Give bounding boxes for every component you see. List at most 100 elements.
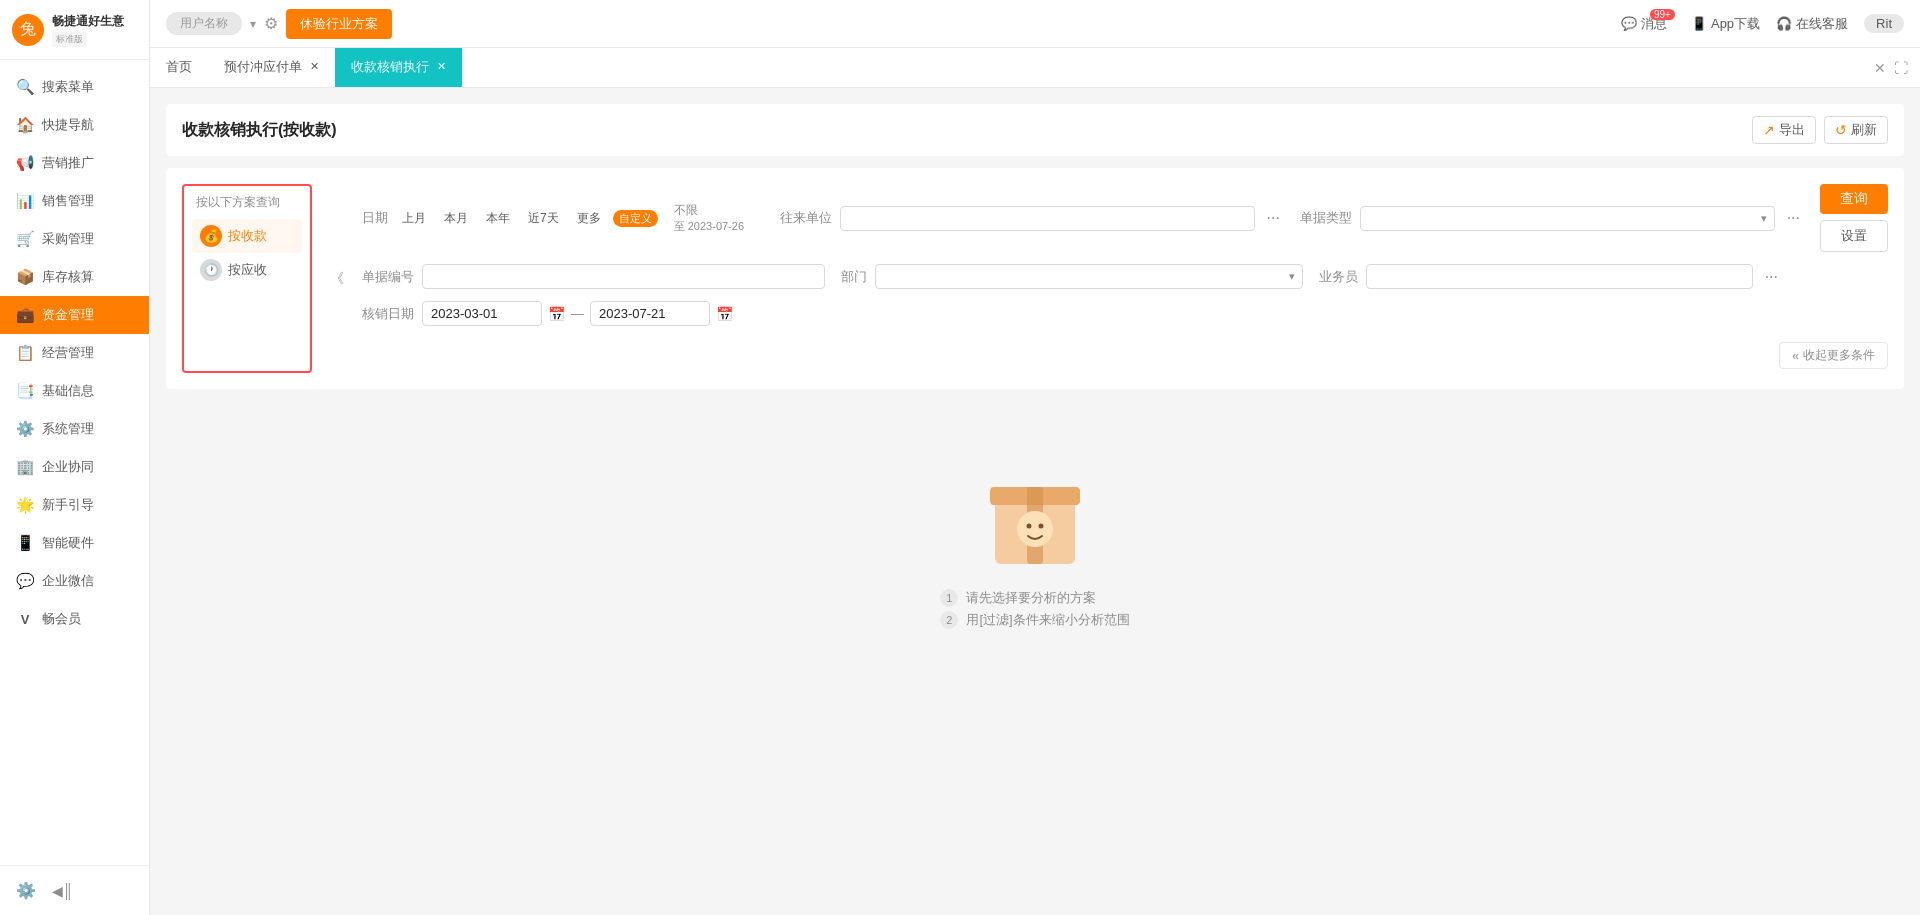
message-btn[interactable]: 💬 消息 99+: [1621, 15, 1667, 33]
sidebar-item-enterprise[interactable]: 🏢 企业协同: [0, 448, 149, 486]
sidebar-item-wecom[interactable]: 💬 企业微信: [0, 562, 149, 600]
collapse-icon: 《: [330, 270, 344, 288]
refresh-btn[interactable]: ↺ 刷新: [1824, 116, 1888, 144]
tab-prepay-close[interactable]: ✕: [310, 60, 319, 73]
collapse-more-btn[interactable]: « 收起更多条件: [1779, 342, 1888, 369]
filter-row-1: 日期 上月 本月 本年 近7天 更多 自定义 不限 至 2023-: [362, 184, 1888, 252]
filter-dept-field: 部门: [841, 264, 1304, 289]
dept-select[interactable]: [875, 264, 1304, 289]
partner-input[interactable]: [840, 206, 1255, 231]
empty-step-2: 2 用[过滤]条件来缩小分析范围: [940, 611, 1129, 629]
page-header: 收款核销执行(按收款) ↗ 导出 ↺ 刷新: [166, 104, 1904, 156]
sidebar-item-marketing[interactable]: 📢 营销推广: [0, 144, 149, 182]
empty-text: 1 请先选择要分析的方案 2 用[过滤]条件来缩小分析范围: [940, 585, 1129, 633]
staff-ellipsis-btn[interactable]: ···: [1761, 268, 1782, 286]
date-nolimit-label: 不限: [674, 202, 764, 219]
svg-point-3: [1017, 511, 1053, 547]
date-7days[interactable]: 近7天: [522, 208, 565, 229]
verify-date-end-cal-icon[interactable]: 📅: [716, 306, 733, 322]
collapse-more-label: 收起更多条件: [1803, 347, 1875, 364]
tab-home[interactable]: 首页: [150, 48, 208, 87]
filter-panel: 按以下方案查询 💰 按收款 🕐 按应收 《: [166, 168, 1904, 389]
sidebar-item-guide[interactable]: 🌟 新手引导: [0, 486, 149, 524]
gear-icon[interactable]: ⚙: [264, 14, 278, 33]
sidebar-item-system[interactable]: ⚙️ 系统管理: [0, 410, 149, 448]
date-this-month[interactable]: 本月: [438, 208, 474, 229]
collapse-handle[interactable]: 《: [328, 184, 346, 373]
filter-partner-field: 往来单位 ···: [780, 206, 1284, 231]
tab-prepay[interactable]: 预付冲应付单 ✕: [208, 48, 335, 87]
sidebar-item-basic[interactable]: 📑 基础信息: [0, 372, 149, 410]
filter-option-receivable[interactable]: 🕐 按应收: [192, 253, 302, 287]
edition-badge: 标准版: [52, 32, 87, 47]
sidebar-item-shortcut[interactable]: 🏠 快捷导航: [0, 106, 149, 144]
date-nolimit-info: 不限 至 2023-07-26: [674, 202, 764, 234]
sidebar-item-member[interactable]: V 畅会员: [0, 600, 149, 638]
verify-date-end-input[interactable]: 2023-07-21: [590, 301, 710, 326]
sidebar-item-purchase[interactable]: 🛒 采购管理: [0, 220, 149, 258]
content-area: 收款核销执行(按收款) ↗ 导出 ↺ 刷新 按以下方案查询 💰 按收款: [150, 88, 1920, 915]
doctype-select[interactable]: [1360, 206, 1775, 231]
partner-label: 往来单位: [780, 209, 832, 227]
setting-btn[interactable]: 设置: [1820, 220, 1888, 252]
date-more[interactable]: 更多: [571, 208, 607, 229]
chevron-down-icon[interactable]: ▾: [250, 17, 256, 31]
sidebar-label-purchase: 采购管理: [42, 230, 94, 248]
sidebar-item-operation[interactable]: 📋 经营管理: [0, 334, 149, 372]
date-this-year[interactable]: 本年: [480, 208, 516, 229]
sidebar-item-sales[interactable]: 📊 销售管理: [0, 182, 149, 220]
step-num-1: 1: [940, 589, 958, 607]
topbar-left: 用户名称 ▾ ⚙ 休验行业方案: [166, 9, 1605, 39]
export-btn[interactable]: ↗ 导出: [1752, 116, 1816, 144]
settings-icon[interactable]: ⚙️: [16, 881, 36, 900]
phone-icon: 📱: [1691, 16, 1707, 31]
doctype-ellipsis-btn[interactable]: ···: [1783, 209, 1804, 227]
collapse-row: « 收起更多条件: [362, 338, 1888, 373]
sidebar-label-search: 搜索菜单: [42, 78, 94, 96]
date-last-month[interactable]: 上月: [396, 208, 432, 229]
staff-label: 业务员: [1319, 268, 1358, 286]
date-label: 日期: [362, 209, 388, 227]
logo: 兔 畅捷通好生意 标准版: [0, 0, 149, 60]
verify-date-label: 核销日期: [362, 305, 414, 323]
docno-input[interactable]: [422, 264, 825, 289]
doctype-label: 单据类型: [1300, 209, 1352, 227]
sidebar-item-finance[interactable]: 💼 资金管理: [0, 296, 149, 334]
solution-btn[interactable]: 休验行业方案: [286, 9, 392, 39]
date-custom-tag: 自定义: [613, 210, 658, 227]
sidebar-label-sales: 销售管理: [42, 192, 94, 210]
query-btn[interactable]: 查询: [1820, 184, 1888, 214]
hardware-icon: 📱: [16, 534, 34, 552]
filter-row-2: 单据编号 部门 业务员 ···: [362, 264, 1888, 289]
empty-step-1: 1 请先选择要分析的方案: [940, 589, 1129, 607]
inventory-icon: 📦: [16, 268, 34, 286]
sidebar-item-search[interactable]: 🔍 搜索菜单: [0, 68, 149, 106]
sidebar-item-inventory[interactable]: 📦 库存核算: [0, 258, 149, 296]
tab-actions: ✕ ⛶: [1862, 48, 1920, 87]
collapse-icon: «: [1792, 349, 1799, 363]
verify-date-start-cal-icon[interactable]: 📅: [548, 306, 565, 322]
sidebar-label-finance: 资金管理: [42, 306, 94, 324]
topbar-username: Rit: [1864, 14, 1904, 33]
tab-close-window-btn[interactable]: ✕: [1874, 60, 1886, 76]
verify-date-start-input[interactable]: 2023-03-01: [422, 301, 542, 326]
tab-home-label: 首页: [166, 58, 192, 76]
tab-receipt-verify-close[interactable]: ✕: [437, 60, 446, 73]
filter-doctype-field: 单据类型 ···: [1300, 206, 1804, 231]
filter-option-receivable-label: 按应收: [228, 261, 267, 279]
online-support-btn[interactable]: 🎧 在线客服: [1776, 15, 1848, 33]
filter-option-receipt[interactable]: 💰 按收款: [192, 219, 302, 253]
tab-receipt-verify[interactable]: 收款核销执行 ✕: [335, 48, 462, 87]
app-download-btn[interactable]: 📱 App下载: [1691, 15, 1760, 33]
page-title: 收款核销执行(按收款): [182, 120, 337, 141]
enterprise-icon: 🏢: [16, 458, 34, 476]
tabbar: 首页 预付冲应付单 ✕ 收款核销执行 ✕ ✕ ⛶: [150, 48, 1920, 88]
tab-expand-btn[interactable]: ⛶: [1894, 60, 1908, 76]
partner-ellipsis-btn[interactable]: ···: [1263, 209, 1284, 227]
collapse-sidebar-btn[interactable]: ◀║: [52, 883, 73, 899]
dept-label: 部门: [841, 268, 867, 286]
staff-input[interactable]: [1366, 264, 1752, 289]
sidebar-item-hardware[interactable]: 📱 智能硬件: [0, 524, 149, 562]
refresh-label: 刷新: [1851, 121, 1877, 139]
sidebar: 兔 畅捷通好生意 标准版 🔍 搜索菜单 🏠 快捷导航 📢 营销推广 📊 销售管理…: [0, 0, 150, 915]
